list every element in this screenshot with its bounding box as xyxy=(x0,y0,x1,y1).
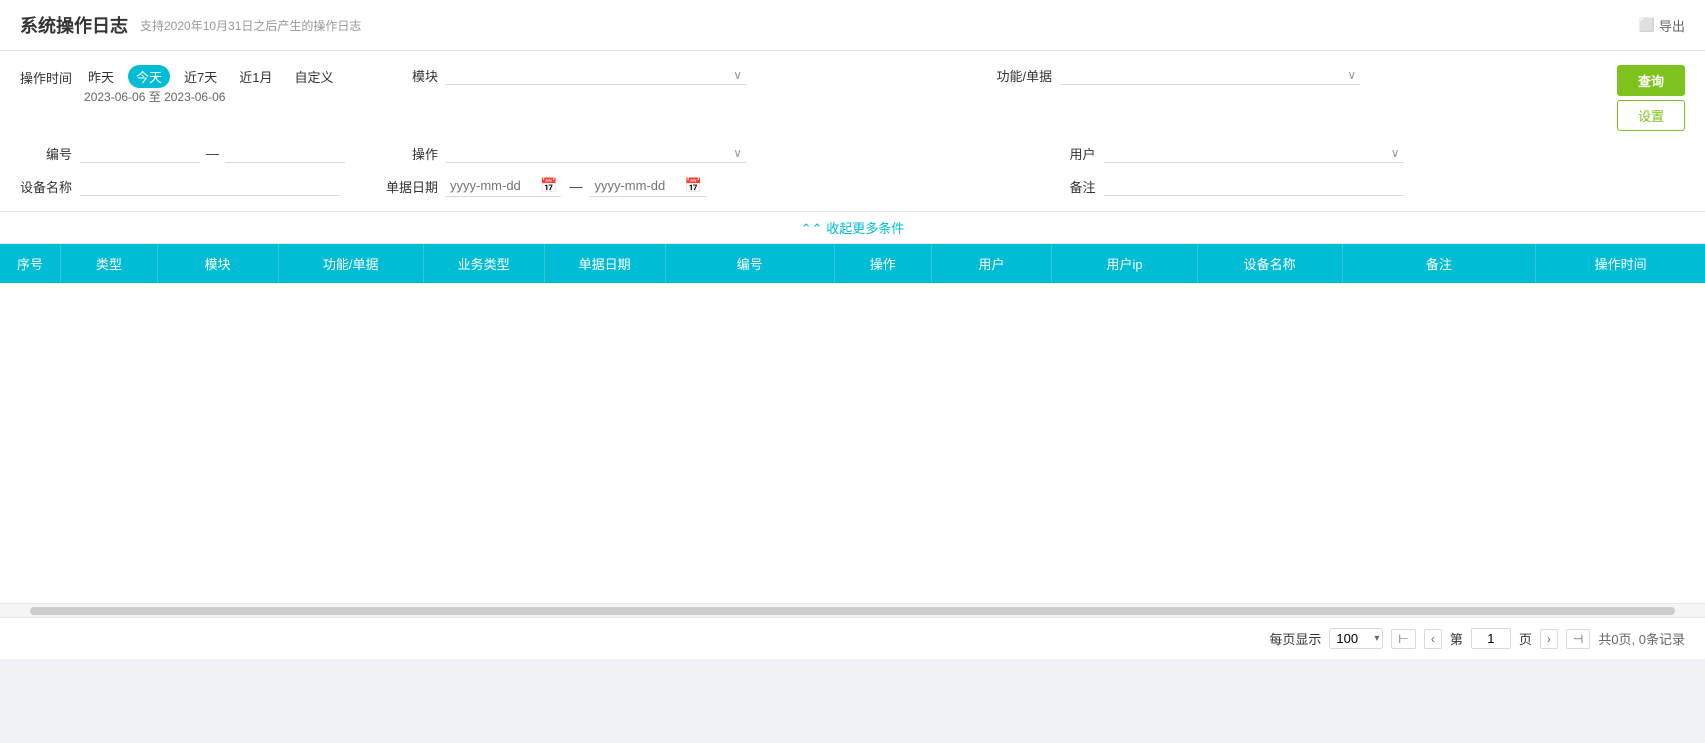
table-header: 序号 类型 模块 功能/单据 业务类型 单据日期 编号 操作 用户 用户ip 设… xyxy=(0,244,1705,283)
prev-page-btn[interactable]: ‹ xyxy=(1424,629,1442,649)
page-title-area: 系统操作日志 支持2020年10月31日之后产生的操作日志 xyxy=(20,12,361,38)
date-start-input[interactable] xyxy=(450,178,540,193)
yesterday-btn[interactable]: 昨天 xyxy=(80,65,122,88)
query-button[interactable]: 查询 xyxy=(1617,65,1685,96)
date-separator: — xyxy=(569,179,582,194)
func-select[interactable] xyxy=(1060,65,1360,84)
op-select[interactable] xyxy=(446,143,746,162)
settings-button[interactable]: 设置 xyxy=(1617,100,1685,131)
remark-label: 备注 xyxy=(1044,177,1104,196)
user-label: 用户 xyxy=(1044,144,1104,163)
total-text: 共0页, 0条记录 xyxy=(1598,629,1685,648)
export-button[interactable]: ⬜ 导出 xyxy=(1639,16,1685,35)
data-table: 序号 类型 模块 功能/单据 业务类型 单据日期 编号 操作 用户 用户ip 设… xyxy=(0,244,1705,283)
remark-input[interactable] xyxy=(1104,176,1404,196)
col-seq: 序号 xyxy=(0,244,60,283)
empty-area xyxy=(0,283,1705,603)
col-date: 单据日期 xyxy=(544,244,665,283)
first-page-btn[interactable]: ⊢ xyxy=(1391,629,1415,649)
user-select-wrapper: ∨ xyxy=(1104,143,1404,163)
collapse-bar[interactable]: ⌃⌃ 收起更多条件 xyxy=(0,212,1705,244)
op-select-wrapper: ∨ xyxy=(446,143,746,163)
module-select[interactable] xyxy=(446,65,746,84)
col-device: 设备名称 xyxy=(1197,244,1342,283)
user-select[interactable] xyxy=(1104,143,1404,162)
code-filter: 编号 — xyxy=(20,143,370,163)
page-number-input[interactable] xyxy=(1471,628,1511,649)
user-filter: 用户 ∨ xyxy=(1044,143,1686,163)
col-func: 功能/单据 xyxy=(278,244,423,283)
filter-row-2: 编号 — 操作 ∨ 用户 ∨ xyxy=(20,143,1685,163)
device-filter: 设备名称 xyxy=(20,176,370,196)
today-btn[interactable]: 今天 xyxy=(128,65,170,88)
code-label: 编号 xyxy=(20,144,80,163)
time-btn-group: 昨天 今天 近7天 近1月 自定义 2023-06-06 至 2023-06-0… xyxy=(80,65,342,105)
device-input[interactable] xyxy=(80,176,340,196)
col-ip: 用户ip xyxy=(1052,244,1197,283)
col-user: 用户 xyxy=(931,244,1052,283)
page-header: 系统操作日志 支持2020年10月31日之后产生的操作日志 ⬜ 导出 xyxy=(0,0,1705,51)
filter-row-1: 操作时间 昨天 今天 近7天 近1月 自定义 2023-06-06 至 2023… xyxy=(20,65,1685,131)
collapse-icon: ⌃⌃ xyxy=(801,221,823,236)
col-remark: 备注 xyxy=(1342,244,1535,283)
op-time-label: 操作时间 xyxy=(20,65,80,87)
func-label: 功能/单据 xyxy=(997,66,1061,85)
pagination-area: 每页显示 100 10 20 50 200 ▾ ⊢ ‹ 第 页 › ⊣ 共0页,… xyxy=(0,617,1705,659)
voucher-date-filter: 单据日期 📅 — 📅 xyxy=(386,175,1028,197)
date-start-wrapper: 📅 xyxy=(446,175,561,197)
op-label: 操作 xyxy=(386,144,446,163)
export-icon: ⬜ xyxy=(1639,17,1655,33)
module-select-wrapper: ∨ xyxy=(446,65,746,85)
date-end-input[interactable] xyxy=(594,178,684,193)
page-size-wrapper: 100 10 20 50 200 ▾ xyxy=(1329,628,1383,649)
page-unit-label: 页 xyxy=(1519,629,1532,648)
action-buttons: 查询 设置 xyxy=(1617,65,1685,131)
calendar-end-icon[interactable]: 📅 xyxy=(684,177,701,194)
scrollbar-area[interactable] xyxy=(0,603,1705,617)
col-code: 编号 xyxy=(665,244,834,283)
calendar-start-icon[interactable]: 📅 xyxy=(540,177,557,194)
page-title: 系统操作日志 xyxy=(20,12,128,38)
last-page-btn[interactable]: ⊣ xyxy=(1566,629,1590,649)
date-range-text: 2023-06-06 至 2023-06-06 xyxy=(84,88,342,105)
filter-row-3: 设备名称 单据日期 📅 — 📅 备注 xyxy=(20,175,1685,197)
voucher-date-label: 单据日期 xyxy=(386,177,446,196)
col-biztype: 业务类型 xyxy=(423,244,544,283)
col-op: 操作 xyxy=(834,244,931,283)
next-page-btn[interactable]: › xyxy=(1540,629,1558,649)
per-page-label: 每页显示 xyxy=(1269,629,1321,648)
col-module: 模块 xyxy=(157,244,278,283)
module-label: 模块 xyxy=(386,66,446,85)
func-filter: 功能/单据 ∨ xyxy=(997,65,1592,85)
op-filter: 操作 ∨ xyxy=(386,143,1028,163)
device-label: 设备名称 xyxy=(20,177,80,196)
last1m-btn[interactable]: 近1月 xyxy=(231,65,280,88)
code-input-end[interactable] xyxy=(225,143,345,163)
op-time-filter: 操作时间 昨天 今天 近7天 近1月 自定义 2023-06-06 至 2023… xyxy=(20,65,370,105)
page-text-label: 第 xyxy=(1450,629,1463,648)
remark-filter: 备注 xyxy=(1044,176,1686,196)
code-separator: — xyxy=(206,146,219,161)
module-filter: 模块 ∨ xyxy=(386,65,981,85)
page-subtitle: 支持2020年10月31日之后产生的操作日志 xyxy=(140,17,361,34)
col-optime: 操作时间 xyxy=(1536,244,1705,283)
filter-area: 操作时间 昨天 今天 近7天 近1月 自定义 2023-06-06 至 2023… xyxy=(0,51,1705,212)
collapse-label: 收起更多条件 xyxy=(826,221,904,236)
custom-btn[interactable]: 自定义 xyxy=(287,65,342,88)
table-container: 序号 类型 模块 功能/单据 业务类型 单据日期 编号 操作 用户 用户ip 设… xyxy=(0,244,1705,603)
last7-btn[interactable]: 近7天 xyxy=(176,65,225,88)
time-buttons-row: 昨天 今天 近7天 近1月 自定义 xyxy=(80,65,342,88)
func-select-wrapper: ∨ xyxy=(1060,65,1360,85)
page-size-select[interactable]: 100 10 20 50 200 xyxy=(1329,628,1383,649)
date-end-wrapper: 📅 xyxy=(590,175,705,197)
col-type: 类型 xyxy=(60,244,157,283)
scrollbar-thumb xyxy=(30,607,1675,615)
code-input-start[interactable] xyxy=(80,143,200,163)
